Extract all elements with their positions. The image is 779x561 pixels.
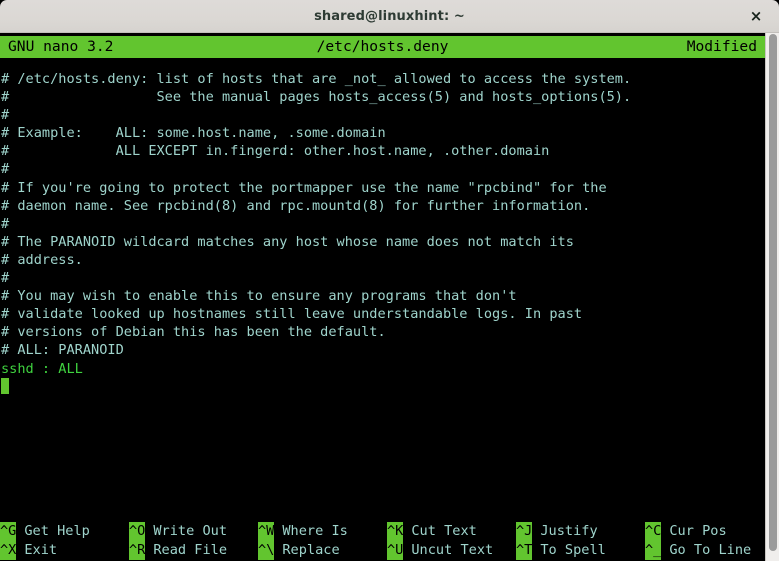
nano-title-bar: GNU nano 3.2 /etc/hosts.deny Modified	[0, 36, 765, 58]
shortcut-label: Go To Line	[669, 542, 752, 558]
shortcut-key: ^R	[129, 541, 146, 560]
editor-line: # ALL EXCEPT in.fingerd: other.host.name…	[1, 143, 550, 160]
shortcut-go-to-line[interactable]: ^_ Go To Line	[645, 541, 751, 560]
editor-text-buffer[interactable]: # /etc/hosts.deny: list of hosts that ar…	[0, 70, 765, 510]
editor-line: # ALL: PARANOID	[1, 342, 124, 359]
shortcut-key: ^J	[516, 522, 533, 541]
editor-line: # /etc/hosts.deny: list of hosts that ar…	[1, 71, 632, 87]
shortcut-justify[interactable]: ^J Justify	[516, 522, 598, 541]
shortcut-label: Exit	[24, 542, 58, 558]
shortcut-label: Justify	[540, 523, 598, 539]
nano-modified-status: Modified	[686, 38, 757, 55]
shortcut-label: To Spell	[540, 542, 606, 558]
editor-line: # daemon name. See rpcbind(8) and rpc.mo…	[1, 197, 591, 214]
shortcut-key: ^\	[258, 541, 275, 560]
editor-line: # address.	[1, 251, 83, 268]
shortcut-where-is[interactable]: ^W Where Is	[258, 522, 348, 541]
shortcut-to-spell[interactable]: ^T To Spell	[516, 541, 606, 560]
editor-line: # You may wish to enable this to ensure …	[1, 288, 517, 305]
shortcut-row-1: ^G Get Help ^O Write Out ^W Where Is ^K Cut Tex…	[0, 522, 765, 541]
shortcut-label: Where Is	[282, 523, 348, 539]
shortcut-label: Cut Text	[411, 523, 477, 539]
shortcut-key: ^U	[387, 541, 404, 560]
shortcut-key: ^_	[645, 541, 662, 560]
editor-line: # The PARANOID wildcard matches any host…	[1, 233, 574, 250]
shortcut-label: Get Help	[24, 523, 90, 539]
editor-line: # Example: ALL: some.host.name, .some.do…	[1, 125, 386, 142]
shortcut-row-2: ^X Exit ^R Read File ^\ Replace ^U Uncut Text ^T…	[0, 541, 765, 560]
editor-line: #	[1, 107, 10, 124]
editor-line: # versions of Debian this has been the d…	[1, 324, 386, 341]
shortcut-exit[interactable]: ^X Exit	[0, 541, 57, 560]
window-title: shared@linuxhint: ~	[314, 9, 465, 24]
shortcut-cut-text[interactable]: ^K Cut Text	[387, 522, 477, 541]
shortcut-key: ^K	[387, 522, 404, 541]
shortcut-read-file[interactable]: ^R Read File	[129, 541, 227, 560]
shortcut-key: ^W	[258, 522, 275, 541]
shortcut-key: ^T	[516, 541, 533, 560]
editor-line: sshd : ALL	[1, 360, 83, 377]
nano-filename-label: /etc/hosts.deny	[316, 38, 449, 55]
editor-line: #	[1, 270, 10, 287]
shortcut-key: ^X	[0, 541, 17, 560]
text-cursor	[1, 377, 9, 394]
editor-line: # If you're going to protect the portmap…	[1, 179, 607, 196]
shortcut-label: Read File	[153, 542, 228, 558]
terminal-window: shared@linuxhint: ~ × GNU nano 3.2 /etc/…	[0, 0, 779, 561]
window-titlebar[interactable]: shared@linuxhint: ~ ×	[0, 0, 779, 33]
nano-shortcut-bar: ^G Get Help ^O Write Out ^W Where Is ^K Cut Tex…	[0, 522, 765, 560]
shortcut-replace[interactable]: ^\ Replace	[258, 541, 340, 560]
shortcut-write-out[interactable]: ^O Write Out	[129, 522, 227, 541]
editor-line: #	[1, 215, 10, 232]
terminal-screen[interactable]: GNU nano 3.2 /etc/hosts.deny Modified # …	[0, 33, 765, 561]
shortcut-cur-pos[interactable]: ^C Cur Pos	[645, 522, 727, 541]
shortcut-uncut-text[interactable]: ^U Uncut Text	[387, 541, 493, 560]
shortcut-key: ^O	[129, 522, 146, 541]
shortcut-label: Replace	[282, 542, 340, 558]
editor-line: #	[1, 161, 10, 178]
scrollbar-thumb[interactable]	[769, 34, 777, 551]
shortcut-label: Uncut Text	[411, 542, 494, 558]
shortcut-key: ^C	[645, 522, 662, 541]
shortcut-label: Cur Pos	[669, 523, 727, 539]
shortcut-get-help[interactable]: ^G Get Help	[0, 522, 90, 541]
close-icon[interactable]: ×	[743, 0, 769, 33]
editor-line: # See the manual pages hosts_access(5) a…	[1, 89, 632, 106]
editor-line: # validate looked up hostnames still lea…	[1, 306, 583, 323]
window-scrollbar[interactable]	[765, 33, 779, 561]
shortcut-key: ^G	[0, 522, 17, 541]
editor-cursor-line	[0, 377, 765, 396]
shortcut-label: Write Out	[153, 523, 228, 539]
